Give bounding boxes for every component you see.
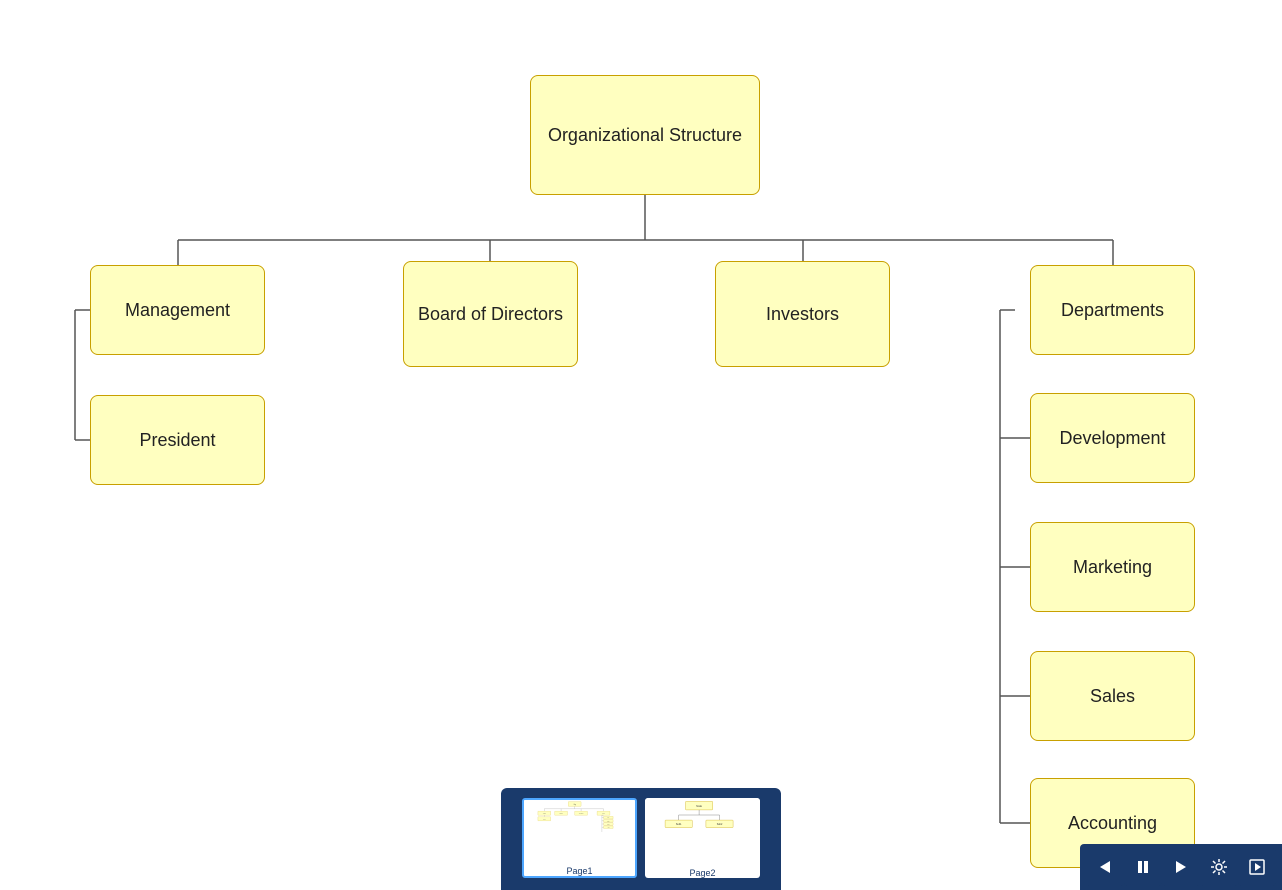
toolbar [1080, 844, 1282, 890]
node-management[interactable]: Management [90, 265, 265, 355]
page-navigator: Org Mgmt Pres Board In [501, 788, 781, 890]
forward-button[interactable] [1162, 848, 1200, 886]
node-development[interactable]: Development [1030, 393, 1195, 483]
node-marketing[interactable]: Marketing [1030, 522, 1195, 612]
node-sales[interactable]: Sales [1030, 651, 1195, 741]
svg-text:Sub1: Sub1 [676, 823, 682, 826]
node-investors[interactable]: Investors [715, 261, 890, 367]
node-departments[interactable]: Departments [1030, 265, 1195, 355]
svg-text:Sub2: Sub2 [717, 823, 723, 826]
page-thumbnails: Org Mgmt Pres Board In [522, 798, 760, 878]
back-button[interactable] [1086, 848, 1124, 886]
page-2-label: Page2 [689, 868, 715, 878]
node-president[interactable]: President [90, 395, 265, 485]
exit-button[interactable] [1238, 848, 1276, 886]
pause-button[interactable] [1124, 848, 1162, 886]
settings-button[interactable] [1200, 848, 1238, 886]
canvas: Organizational Structure Management Pres… [0, 0, 1282, 890]
node-root[interactable]: Organizational Structure [530, 75, 760, 195]
node-board[interactable]: Board of Directors [403, 261, 578, 367]
page-thumb-1[interactable]: Org Mgmt Pres Board In [522, 798, 637, 878]
svg-text:Node: Node [696, 805, 702, 808]
page-1-label: Page1 [566, 866, 592, 876]
page-thumb-2[interactable]: Node Sub1 Sub2 Page2 [645, 798, 760, 878]
